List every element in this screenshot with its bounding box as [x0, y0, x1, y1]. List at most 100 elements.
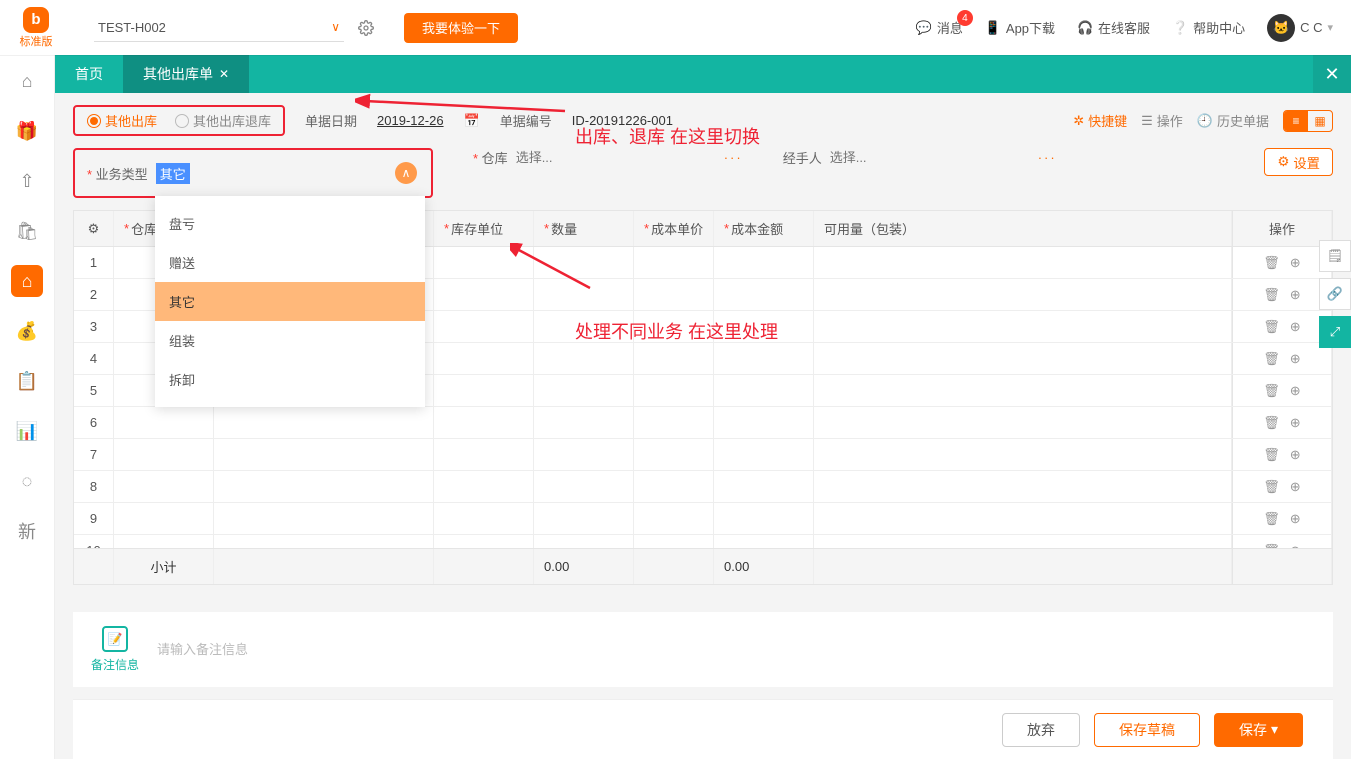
- add-icon[interactable]: ⊕: [1290, 479, 1301, 495]
- dock-note-icon[interactable]: 🗒: [1319, 240, 1351, 272]
- tab-home-label: 首页: [75, 64, 103, 84]
- handler-label: 经手人: [783, 148, 822, 167]
- row-index: 1: [74, 247, 114, 278]
- nav-money-icon[interactable]: 💰: [11, 315, 43, 347]
- discard-button[interactable]: 放弃: [1002, 713, 1080, 747]
- history-link[interactable]: 🕘 历史单据: [1197, 111, 1269, 130]
- handler-input[interactable]: [830, 150, 1030, 165]
- biztype-option[interactable]: 组装: [155, 321, 425, 360]
- biztype-option[interactable]: 拆卸: [155, 360, 425, 399]
- delete-icon[interactable]: 🗑: [1263, 479, 1280, 495]
- view-grid-icon[interactable]: ▦: [1308, 111, 1332, 131]
- delete-icon[interactable]: 🗑: [1263, 319, 1280, 335]
- nav-report-icon[interactable]: 📊: [11, 415, 43, 447]
- dock-expand-icon[interactable]: ⤢: [1319, 316, 1351, 348]
- messages-badge: 4: [957, 10, 973, 26]
- dock-link-icon[interactable]: 🔗: [1319, 278, 1351, 310]
- radio-outbound-label: 其他出库: [105, 111, 157, 130]
- logo: b 标准版: [18, 7, 54, 49]
- add-icon[interactable]: ⊕: [1290, 383, 1301, 399]
- support-label: 在线客服: [1098, 18, 1150, 37]
- app-download-link[interactable]: 📱 App下载: [985, 18, 1055, 37]
- radio-return[interactable]: 其他出库退库: [175, 111, 271, 130]
- chevron-down-icon: ▾: [1271, 721, 1278, 738]
- table-row[interactable]: 7 🗑 ⊕: [74, 439, 1332, 471]
- biztype-option[interactable]: 盘亏: [155, 204, 425, 243]
- user-name: C C: [1300, 20, 1322, 35]
- settings-button[interactable]: ⚙设置: [1264, 148, 1333, 176]
- th-gear[interactable]: ⚙: [74, 211, 114, 246]
- biztype-value[interactable]: 其它: [156, 163, 190, 184]
- nav-clipboard-icon[interactable]: 📋: [11, 365, 43, 397]
- nav-warehouse-icon[interactable]: ⌂: [11, 265, 43, 297]
- more-icon[interactable]: ···: [724, 150, 743, 165]
- more-icon[interactable]: ···: [1038, 150, 1057, 165]
- biztype-option[interactable]: 其它: [155, 282, 425, 321]
- row-index: 2: [74, 279, 114, 310]
- row-index: 5: [74, 375, 114, 406]
- nav-share-icon[interactable]: ◌: [11, 465, 43, 497]
- nav-gift-icon[interactable]: 🎁: [11, 115, 43, 147]
- table-row[interactable]: 6 🗑 ⊕: [74, 407, 1332, 439]
- warehouse-input[interactable]: [516, 150, 716, 165]
- company-select[interactable]: TEST-H002 ∨: [94, 14, 344, 42]
- add-icon[interactable]: ⊕: [1290, 447, 1301, 463]
- delete-icon[interactable]: 🗑: [1263, 447, 1280, 463]
- avatar: 🐱: [1267, 14, 1295, 42]
- subtotal-label: 小计: [114, 549, 214, 584]
- calendar-icon[interactable]: 📅: [464, 113, 480, 129]
- user-menu[interactable]: 🐱 C C ▾: [1267, 14, 1333, 42]
- app-download-label: App下载: [1006, 18, 1055, 37]
- th-avail: 可用量（包装）: [814, 211, 1232, 246]
- operate-link[interactable]: ☰ 操作: [1141, 111, 1183, 130]
- delete-icon[interactable]: 🗑: [1263, 351, 1280, 367]
- tab-current[interactable]: 其他出库单 ✕: [123, 55, 249, 93]
- close-all-tabs[interactable]: ✕: [1313, 55, 1351, 93]
- close-icon[interactable]: ✕: [219, 67, 229, 81]
- add-icon[interactable]: ⊕: [1290, 319, 1301, 335]
- table-row[interactable]: 10🗑⊕: [74, 535, 1332, 548]
- chevron-up-icon[interactable]: ∧: [395, 162, 417, 184]
- table-row[interactable]: 8🗑⊕: [74, 471, 1332, 503]
- tab-home[interactable]: 首页: [55, 55, 123, 93]
- add-icon[interactable]: ⊕: [1290, 351, 1301, 367]
- add-icon[interactable]: ⊕: [1290, 287, 1301, 303]
- view-list-icon[interactable]: ≡: [1284, 111, 1308, 131]
- add-icon[interactable]: ⊕: [1290, 255, 1301, 271]
- messages-link[interactable]: 💬 消息 4: [916, 18, 963, 37]
- add-icon[interactable]: ⊕: [1290, 511, 1301, 527]
- try-button[interactable]: 我要体验一下: [404, 13, 518, 43]
- settings-label: 设置: [1293, 153, 1320, 172]
- th-unit: *库存单位: [434, 211, 534, 246]
- support-link[interactable]: 🎧 在线客服: [1077, 18, 1150, 37]
- row-index: 7: [74, 439, 114, 470]
- date-value[interactable]: 2019-12-26: [377, 113, 444, 128]
- delete-icon[interactable]: 🗑: [1263, 383, 1280, 399]
- biztype-box: 业务类型 其它 ∧ 盘亏赠送其它组装拆卸: [73, 148, 433, 198]
- add-icon[interactable]: ⊕: [1290, 415, 1301, 431]
- save-draft-button[interactable]: 保存草稿: [1094, 713, 1200, 747]
- left-nav: ⌂ 🎁 ⇧ 🛍 ⌂ 💰 📋 📊 ◌ 新: [0, 55, 55, 759]
- view-switch: ≡ ▦: [1283, 110, 1333, 132]
- delete-icon[interactable]: 🗑: [1263, 511, 1280, 527]
- remark-input[interactable]: [157, 642, 1315, 657]
- radio-outbound[interactable]: 其他出库: [87, 111, 157, 130]
- delete-icon[interactable]: 🗑: [1263, 287, 1280, 303]
- save-button[interactable]: 保存 ▾: [1214, 713, 1303, 747]
- help-link[interactable]: ❔ 帮助中心: [1172, 18, 1245, 37]
- delete-icon[interactable]: 🗑: [1263, 255, 1280, 271]
- date-label: 单据日期: [305, 111, 357, 130]
- biztype-option[interactable]: 赠送: [155, 243, 425, 282]
- nav-new-icon[interactable]: 新: [11, 515, 43, 547]
- row-index: 6: [74, 407, 114, 438]
- nav-in-icon[interactable]: ⇧: [11, 165, 43, 197]
- radio-return-label: 其他出库退库: [193, 111, 271, 130]
- gear-icon[interactable]: [358, 20, 374, 36]
- tab-current-label: 其他出库单: [143, 64, 213, 84]
- delete-icon[interactable]: 🗑: [1263, 415, 1280, 431]
- nav-bag-icon[interactable]: 🛍: [11, 215, 43, 247]
- shortcut-link[interactable]: ✲ 快捷键: [1073, 111, 1127, 130]
- th-amt: *成本金额: [714, 211, 814, 246]
- table-row[interactable]: 9🗑⊕: [74, 503, 1332, 535]
- nav-home-icon[interactable]: ⌂: [11, 65, 43, 97]
